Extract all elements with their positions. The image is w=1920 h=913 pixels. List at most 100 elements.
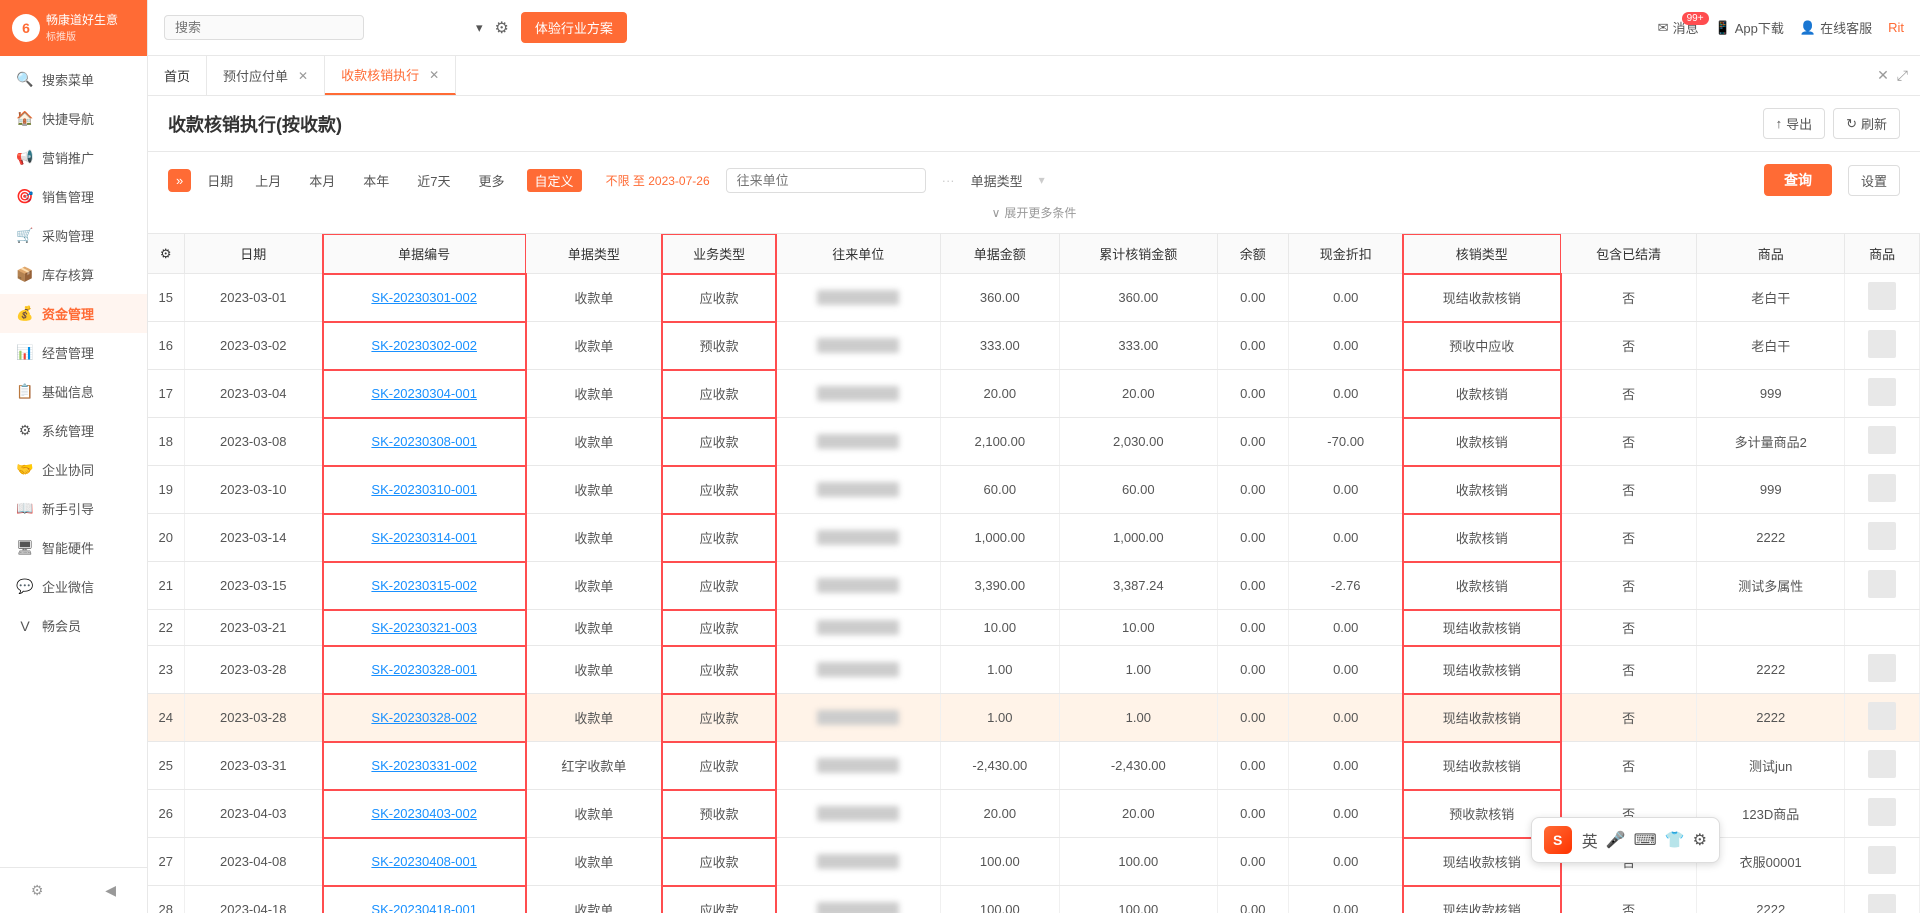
doc-no-link[interactable]: SK-20230321-003 <box>371 620 477 635</box>
cell-include-settled: 否 <box>1561 322 1697 370</box>
settings-icon[interactable]: ⚙ <box>495 18 509 38</box>
cell-amount: 1.00 <box>940 694 1059 742</box>
ime-settings-icon[interactable]: ⚙ <box>1693 830 1707 850</box>
cell-goods: 999 <box>1697 466 1845 514</box>
sidebar-item-label: 新手引导 <box>42 499 94 518</box>
cell-cash-discount: -2.76 <box>1288 562 1403 610</box>
doc-no-link[interactable]: SK-20230328-001 <box>371 662 477 677</box>
cell-no: 15 <box>148 274 184 322</box>
topbar-dropdown[interactable]: ▾ <box>476 20 483 36</box>
cell-include-settled: 否 <box>1561 274 1697 322</box>
sidebar-item-quick-nav[interactable]: 🏠快捷导航 <box>0 99 147 138</box>
sidebar-item-system[interactable]: ⚙系统管理 <box>0 411 147 450</box>
message-btn[interactable]: ✉ 消息 99+ <box>1658 18 1699 37</box>
sidebar-collapse-icon[interactable]: ◀ <box>99 876 122 905</box>
service-btn[interactable]: 👤 在线客服 <box>1800 18 1872 37</box>
doc-no-link[interactable]: SK-20230331-002 <box>371 758 477 773</box>
ime-chinese-label[interactable]: 英 <box>1582 828 1598 852</box>
sidebar-item-wechat[interactable]: 💬企业微信 <box>0 567 147 606</box>
ime-theme-icon[interactable]: 👕 <box>1665 830 1685 850</box>
more-btn[interactable]: 更多 <box>473 169 511 192</box>
cell-include-settled: 否 <box>1561 646 1697 694</box>
sidebar-item-label: 销售管理 <box>42 187 94 206</box>
ime-keyboard-icon[interactable]: ⌨ <box>1634 830 1657 850</box>
ime-mic-icon[interactable]: 🎤 <box>1606 830 1626 850</box>
tab-prepay-close[interactable]: ✕ <box>298 69 308 83</box>
doc-no-link[interactable]: SK-20230314-001 <box>371 530 477 545</box>
cell-doc-no: SK-20230328-002 <box>323 694 526 742</box>
app-icon: 📱 <box>1715 20 1731 36</box>
doc-no-link[interactable]: SK-20230403-002 <box>371 806 477 821</box>
cell-no: 22 <box>148 610 184 646</box>
cell-cash-discount: -70.00 <box>1288 418 1403 466</box>
doc-no-link[interactable]: SK-20230310-001 <box>371 482 477 497</box>
cell-cum-cancel: -2,430.00 <box>1059 742 1217 790</box>
cell-cum-cancel: 20.00 <box>1059 790 1217 838</box>
expand-btn[interactable]: ∨ 展开更多条件 <box>992 204 1077 221</box>
cell-include-settled: 否 <box>1561 742 1697 790</box>
sidebar-item-search-menu[interactable]: 🔍搜索菜单 <box>0 60 147 99</box>
sidebar-item-sales[interactable]: 🎯销售管理 <box>0 177 147 216</box>
sidebar-item-marketing[interactable]: 📢营销推广 <box>0 138 147 177</box>
sidebar-item-basic[interactable]: 📋基础信息 <box>0 372 147 411</box>
sidebar-item-hardware[interactable]: 🖥智能硬件 <box>0 528 147 567</box>
cell-balance: 0.00 <box>1217 790 1288 838</box>
doc-no-link[interactable]: SK-20230408-001 <box>371 854 477 869</box>
sidebar-settings-icon[interactable]: ⚙ <box>25 876 50 905</box>
sidebar-item-guide[interactable]: 📖新手引导 <box>0 489 147 528</box>
sidebar-item-vip[interactable]: V畅会员 <box>0 606 147 645</box>
industry-btn[interactable]: 体验行业方案 <box>521 12 627 43</box>
sidebar-item-purchase[interactable]: 🛒采购管理 <box>0 216 147 255</box>
cell-doc-no: SK-20230310-001 <box>323 466 526 514</box>
export-btn[interactable]: ↑ 导出 <box>1763 108 1826 139</box>
this-month-btn[interactable]: 本月 <box>303 169 341 192</box>
doc-no-link[interactable]: SK-20230418-001 <box>371 902 477 913</box>
logo-sub: 标推版 <box>46 28 118 43</box>
search-input[interactable] <box>164 15 364 40</box>
tab-collection-close[interactable]: ✕ <box>429 68 439 82</box>
sidebar-item-inventory[interactable]: 📦库存核算 <box>0 255 147 294</box>
cell-cum-cancel: 1.00 <box>1059 694 1217 742</box>
custom-date-btn[interactable]: 自定义 <box>527 169 582 192</box>
cell-cancel-type: 收款核销 <box>1403 418 1561 466</box>
doc-no-link[interactable]: SK-20230328-002 <box>371 710 477 725</box>
tab-home[interactable]: 首页 <box>148 56 207 95</box>
sidebar-item-operations[interactable]: 📊经营管理 <box>0 333 147 372</box>
filter-settings-btn[interactable]: 设置 <box>1848 165 1900 196</box>
cell-date: 2023-03-01 <box>184 274 323 322</box>
sidebar-item-label: 采购管理 <box>42 226 94 245</box>
cell-cash-discount: 0.00 <box>1288 274 1403 322</box>
doc-no-link[interactable]: SK-20230301-002 <box>371 290 477 305</box>
cell-biz-type: 应收款 <box>662 514 777 562</box>
cell-date: 2023-03-14 <box>184 514 323 562</box>
this-year-btn[interactable]: 本年 <box>357 169 395 192</box>
refresh-btn[interactable]: ↻ 刷新 <box>1833 108 1900 139</box>
doc-no-link[interactable]: SK-20230302-002 <box>371 338 477 353</box>
quick-nav-icon: 🏠 <box>16 110 34 127</box>
col-header-settings[interactable]: ⚙ <box>148 234 184 274</box>
partner-input[interactable] <box>726 168 926 193</box>
doc-no-link[interactable]: SK-20230308-001 <box>371 434 477 449</box>
filter-toggle-btn[interactable]: » <box>168 169 191 192</box>
cell-partner: ████████ <box>776 274 940 322</box>
cell-goods: 999 <box>1697 370 1845 418</box>
app-download-btn[interactable]: 📱 App下载 <box>1715 18 1784 37</box>
tab-collection[interactable]: 收款核销执行 ✕ <box>325 56 456 95</box>
tab-close-icon[interactable]: ✕ <box>1877 67 1889 84</box>
sidebar-nav: 🔍搜索菜单🏠快捷导航📢营销推广🎯销售管理🛒采购管理📦库存核算💰资金管理📊经营管理… <box>0 56 147 867</box>
tab-prepay[interactable]: 预付应付单 ✕ <box>207 56 325 95</box>
tab-expand-icon[interactable]: ⤢ <box>1897 67 1908 84</box>
last-7days-btn[interactable]: 近7天 <box>411 169 456 192</box>
last-month-btn[interactable]: 上月 <box>249 169 287 192</box>
user-name[interactable]: Rit <box>1888 20 1904 35</box>
operations-icon: 📊 <box>16 344 34 361</box>
export-icon: ↑ <box>1776 116 1783 131</box>
cell-partner: ████████ <box>776 790 940 838</box>
cell-no: 23 <box>148 646 184 694</box>
doc-no-link[interactable]: SK-20230304-001 <box>371 386 477 401</box>
sidebar-item-enterprise[interactable]: 🤝企业协同 <box>0 450 147 489</box>
sidebar-item-capital[interactable]: 💰资金管理 <box>0 294 147 333</box>
doc-no-link[interactable]: SK-20230315-002 <box>371 578 477 593</box>
cell-cash-discount: 0.00 <box>1288 838 1403 886</box>
query-btn[interactable]: 查询 <box>1764 164 1832 196</box>
